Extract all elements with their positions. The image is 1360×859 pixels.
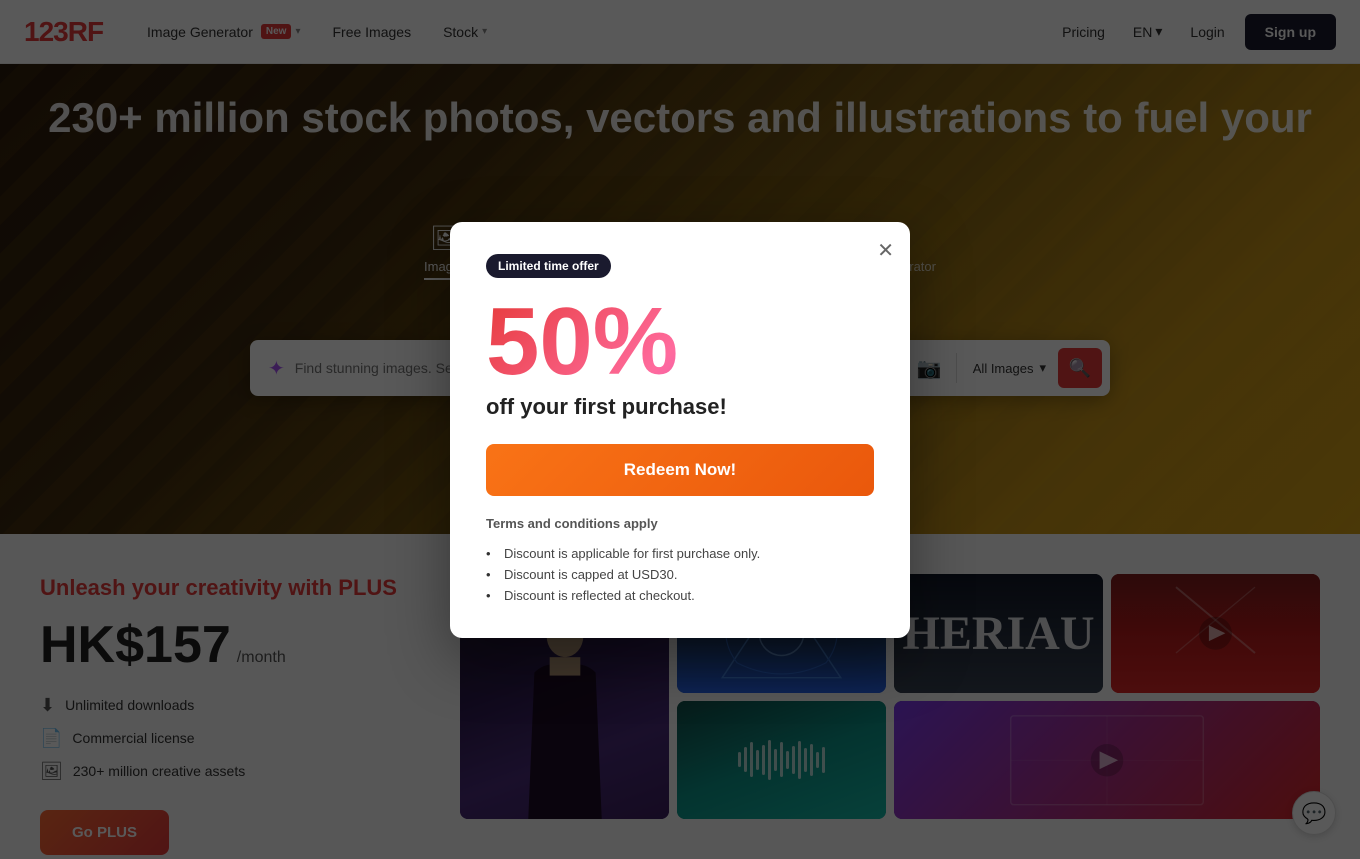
modal-subtitle: off your first purchase! (486, 394, 874, 420)
redeem-button[interactable]: Redeem Now! (486, 444, 874, 496)
modal-bullets: Discount is applicable for first purchas… (486, 543, 874, 606)
modal-badge: Limited time offer (486, 254, 611, 278)
bullet-3: Discount is reflected at checkout. (486, 585, 874, 606)
modal-overlay[interactable]: ✕ Limited time offer 50% off your first … (0, 0, 1360, 859)
promo-modal: ✕ Limited time offer 50% off your first … (450, 222, 910, 638)
bullet-1: Discount is applicable for first purchas… (486, 543, 874, 564)
modal-percent: 50% (486, 294, 874, 390)
bullet-2: Discount is capped at USD30. (486, 564, 874, 585)
modal-close-button[interactable]: ✕ (877, 238, 894, 263)
modal-terms-title: Terms and conditions apply (486, 516, 874, 531)
